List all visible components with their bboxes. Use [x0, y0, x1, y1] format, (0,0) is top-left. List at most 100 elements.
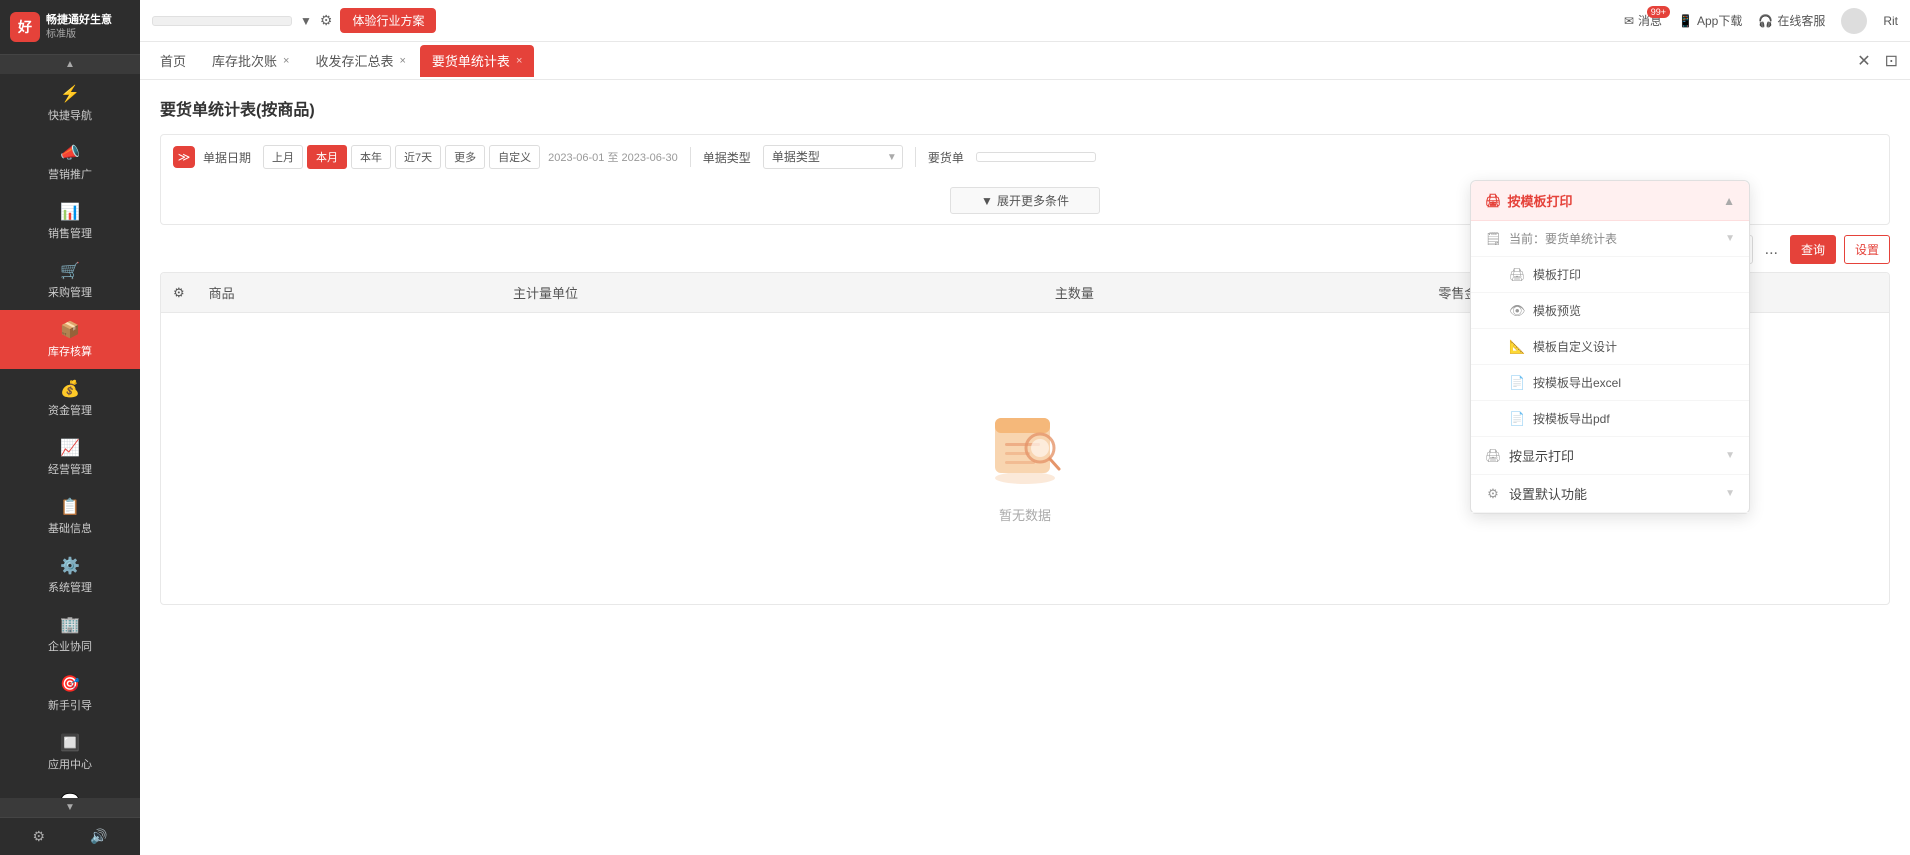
- tab-close-window-btn[interactable]: ✕: [1853, 51, 1874, 71]
- sidebar-scroll-down[interactable]: ▼: [0, 798, 140, 817]
- sidebar-item-operation[interactable]: 📈 经营管理: [0, 428, 140, 487]
- tab-maximize-btn[interactable]: ⊡: [1881, 51, 1902, 71]
- dropdown-item-template-preview[interactable]: 👁 模板预览: [1471, 293, 1749, 329]
- date-btn-more[interactable]: 更多: [445, 145, 485, 169]
- tab-receipt-summary-close[interactable]: ×: [399, 55, 405, 67]
- settings-btn[interactable]: 设置: [1844, 235, 1890, 264]
- date-btn-last-month[interactable]: 上月: [263, 145, 303, 169]
- dropdown-popup-up-btn[interactable]: ▲: [1723, 194, 1735, 208]
- sidebar-item-label: 营销推广: [48, 166, 92, 182]
- app-logo-icon: 好: [10, 12, 40, 42]
- topbar-left: ▼ ⚙ 体验行业方案: [152, 8, 436, 33]
- settings-icon[interactable]: ⚙: [33, 828, 46, 845]
- topbar-dropdown-btn[interactable]: ▼: [300, 14, 312, 28]
- template-preview-icon: 👁: [1509, 303, 1525, 319]
- user-avatar[interactable]: [1841, 8, 1867, 34]
- tab-batch-account-close[interactable]: ×: [283, 55, 289, 67]
- tabs-bar: 首页 库存批次账 × 收发存汇总表 × 要货单统计表 × ✕ ⊡: [140, 42, 1910, 80]
- dropdown-item-template-design[interactable]: 📐 模板自定义设计: [1471, 329, 1749, 365]
- order-type-select[interactable]: 单据类型: [763, 145, 903, 169]
- order-goods-input[interactable]: [976, 152, 1096, 162]
- current-label-arrow: ▼: [1725, 233, 1735, 244]
- filter-date-buttons: 上月 本月 本年 近7天 更多 自定义 2023-06-01 至 2023-06…: [263, 145, 678, 169]
- sidebar: 好 畅捷通好生意 标准版 ▲ ⚡ 快捷导航 📣 营销推广 📊 销售管理 🛒 采购…: [0, 0, 140, 855]
- sidebar-bottom: ⚙ 🔊: [0, 817, 140, 855]
- sidebar-item-label: 应用中心: [48, 756, 92, 772]
- sidebar-item-purchase[interactable]: 🛒 采购管理: [0, 251, 140, 310]
- template-excel-label: 按模板导出excel: [1533, 374, 1621, 391]
- sidebar-item-label: 资金管理: [48, 402, 92, 418]
- online-service-icon: 🎧: [1758, 14, 1773, 28]
- current-label-text: 当前：要货单统计表: [1509, 230, 1617, 247]
- dropdown-popup-title-area: 🖨 按模板打印: [1485, 191, 1573, 210]
- sidebar-item-finance[interactable]: 💰 资金管理: [0, 369, 140, 428]
- dropdown-item-default-func[interactable]: ⚙ 设置默认功能 ▼: [1471, 475, 1749, 513]
- tab-batch-account[interactable]: 库存批次账 ×: [200, 45, 301, 77]
- topbar: ▼ ⚙ 体验行业方案 ✉ 消息 99+ 📱 App下载 🎧 在线客服 Rit: [140, 0, 1910, 42]
- tab-home[interactable]: 首页: [148, 45, 198, 77]
- sidebar-item-label: 经营管理: [48, 461, 92, 477]
- sidebar-item-sales[interactable]: 📊 销售管理: [0, 192, 140, 251]
- apps-icon: 🔲: [60, 733, 80, 753]
- dropdown-item-template-pdf[interactable]: 📄 按模板导出pdf: [1471, 401, 1749, 437]
- sound-icon[interactable]: 🔊: [90, 828, 107, 845]
- topbar-gear-btn[interactable]: ⚙: [320, 12, 333, 29]
- dropdown-item-template-print[interactable]: 🖨 模板打印: [1471, 257, 1749, 293]
- dropdown-item-display-print[interactable]: 🖨 按显示打印 ▼: [1471, 437, 1749, 475]
- sidebar-item-label: 销售管理: [48, 225, 92, 241]
- marketing-icon: 📣: [60, 143, 80, 163]
- sidebar-item-label: 采购管理: [48, 284, 92, 300]
- dropdown-popup-header: 🖨 按模板打印 ▲: [1471, 181, 1749, 221]
- app-download-btn[interactable]: 📱 App下载: [1678, 12, 1742, 29]
- message-btn[interactable]: ✉ 消息 99+: [1624, 12, 1662, 29]
- template-print-label: 模板打印: [1533, 266, 1581, 283]
- basic-icon: 📋: [60, 497, 80, 517]
- date-btn-this-month[interactable]: 本月: [307, 145, 347, 169]
- sidebar-scroll-up[interactable]: ▲: [0, 55, 140, 74]
- sidebar-item-marketing[interactable]: 📣 营销推广: [0, 133, 140, 192]
- dropdown-popup-header-right: ▲: [1723, 194, 1735, 208]
- settings-label: 设置: [1855, 243, 1879, 257]
- tab-receipt-summary[interactable]: 收发存汇总表 ×: [303, 45, 417, 77]
- sidebar-item-apps[interactable]: 🔲 应用中心: [0, 723, 140, 782]
- date-btn-custom[interactable]: 自定义: [489, 145, 540, 169]
- message-icon: ✉: [1624, 14, 1634, 28]
- date-btn-7days[interactable]: 近7天: [395, 145, 441, 169]
- online-service-btn[interactable]: 🎧 在线客服: [1758, 12, 1825, 29]
- sidebar-item-label: 企业协同: [48, 638, 92, 654]
- sidebar-item-system[interactable]: ⚙️ 系统管理: [0, 546, 140, 605]
- sidebar-item-wechat[interactable]: 💬 企业微信: [0, 782, 140, 798]
- topbar-right: ✉ 消息 99+ 📱 App下载 🎧 在线客服 Rit: [1624, 8, 1898, 34]
- display-print-arrow: ▼: [1725, 450, 1735, 461]
- filter-expand-icon-btn[interactable]: ≫: [173, 146, 195, 168]
- dropdown-current-item[interactable]: 🗒 当前：要货单统计表 ▼: [1471, 221, 1749, 257]
- sidebar-item-inventory[interactable]: 📦 库存核算: [0, 310, 140, 369]
- sidebar-item-label: 库存核算: [48, 343, 92, 359]
- sidebar-item-corp[interactable]: 🏢 企业协同: [0, 605, 140, 664]
- th-settings[interactable]: ⚙: [161, 273, 197, 313]
- date-range-text: 2023-06-01 至 2023-06-30: [548, 149, 678, 165]
- display-print-label: 按显示打印: [1509, 446, 1574, 465]
- template-preview-label: 模板预览: [1533, 302, 1581, 319]
- content-area: 要货单统计表(按商品) ≫ 单据日期 上月 本月 本年 近7天 更多 自定义 2…: [140, 80, 1910, 855]
- inventory-icon: 📦: [60, 320, 80, 340]
- finance-icon: 💰: [60, 379, 80, 399]
- username-label: Rit: [1883, 14, 1898, 28]
- topbar-search-box: [152, 16, 292, 26]
- sidebar-item-quick-nav[interactable]: ⚡ 快捷导航: [0, 74, 140, 133]
- empty-icon: [975, 393, 1075, 493]
- th-qty: 主数量: [1043, 273, 1427, 313]
- dropdown-item-template-excel[interactable]: 📄 按模板导出excel: [1471, 365, 1749, 401]
- query-btn[interactable]: 查询: [1790, 235, 1836, 264]
- tab-order-stats-close[interactable]: ×: [516, 55, 522, 67]
- more-btn[interactable]: ...: [1761, 241, 1782, 259]
- sidebar-item-basic[interactable]: 📋 基础信息: [0, 487, 140, 546]
- filter-expand-link[interactable]: ▼ 展开更多条件: [950, 187, 1100, 214]
- corp-icon: 🏢: [60, 615, 80, 635]
- sidebar-item-guide[interactable]: 🎯 新手引导: [0, 664, 140, 723]
- industry-btn[interactable]: 体验行业方案: [340, 8, 436, 33]
- message-badge: 99+: [1647, 6, 1670, 18]
- date-btn-this-year[interactable]: 本年: [351, 145, 391, 169]
- tab-order-stats[interactable]: 要货单统计表 ×: [420, 45, 534, 77]
- dropdown-popup-title: 按模板打印: [1508, 191, 1573, 210]
